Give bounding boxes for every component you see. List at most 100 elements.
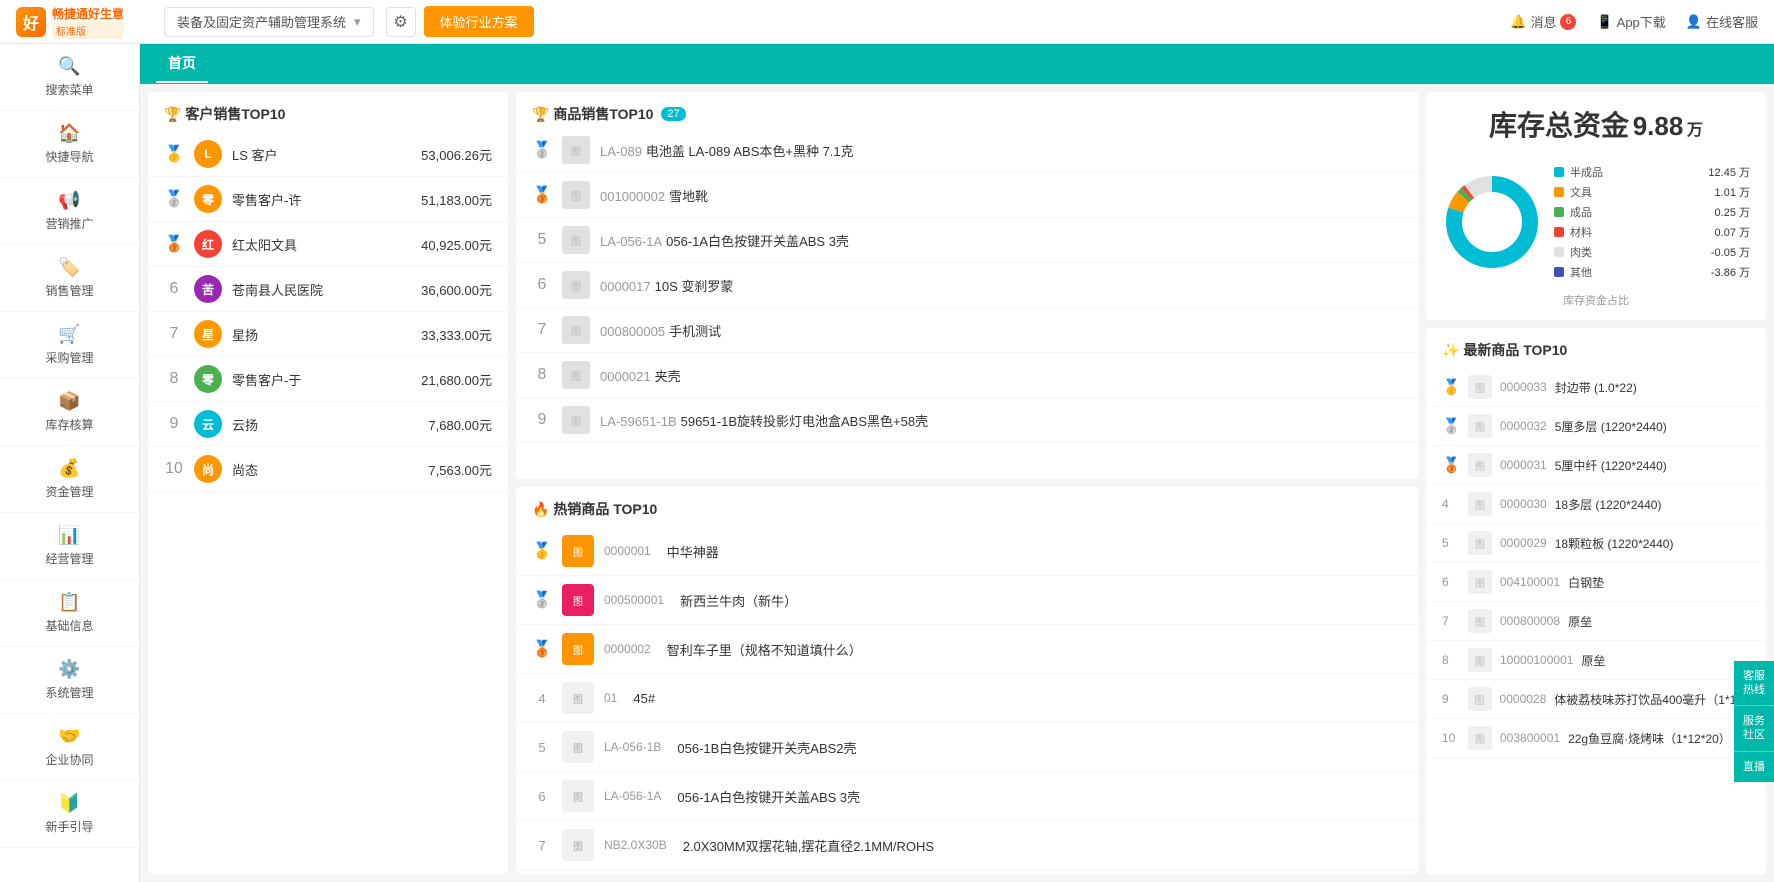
product-image-placeholder: 图	[562, 780, 594, 812]
product-image-placeholder: 图	[562, 829, 594, 861]
legend-color	[1554, 207, 1564, 217]
rank-name: 云扬	[232, 415, 418, 434]
product-thumbnail: 图	[562, 316, 590, 344]
logo-area: 好 畅捷通好生意 标准版	[16, 5, 156, 39]
online-service-button[interactable]: 👤 在线客服	[1686, 12, 1758, 31]
base-info-icon: 📋	[58, 592, 80, 613]
product-image-placeholder: 图	[562, 682, 594, 714]
product-thumbnail: 图	[562, 226, 590, 254]
legend-color	[1554, 247, 1564, 257]
top-header: 好 畅捷通好生意 标准版 装备及固定资产辅助管理系统 ▾ ⚙ 体验行业方案 🔔 …	[0, 0, 1774, 44]
rank-number: 7	[532, 321, 552, 339]
rank-amount: 53,006.26元	[421, 145, 492, 164]
float-button-0[interactable]: 客服热线	[1734, 661, 1774, 707]
product-code: 0000002	[604, 642, 651, 656]
np-thumbnail: 图	[1468, 375, 1492, 399]
new-product-item: 🥇 图 0000033 封边带 (1.0*22)	[1426, 368, 1766, 407]
rank-number: 9	[532, 411, 552, 429]
system-icon: ⚙️	[58, 659, 80, 680]
customer-rankings-title: 🏆 客户销售TOP10	[148, 92, 508, 132]
np-name: 22g鱼豆腐·烧烤味（1*12*20）	[1568, 730, 1731, 747]
np-code: 003800001	[1500, 731, 1560, 745]
sidebar-item-cooperation[interactable]: 🤝 企业协同	[0, 714, 139, 781]
notifications-button[interactable]: 🔔 消息 6	[1510, 12, 1576, 31]
product-image: 图	[562, 584, 594, 616]
system-selector[interactable]: 装备及固定资产辅助管理系统 ▾	[164, 7, 374, 37]
top-product-item: 7 图 000800005手机测试	[516, 308, 1418, 353]
legend-color	[1554, 187, 1564, 197]
chevron-down-icon[interactable]: ▾	[354, 14, 361, 30]
middle-panel: 🏆 商品销售TOP1027 🥈 图 LA-089电池盖 LA-089 ABS本色…	[516, 92, 1418, 874]
top-product-item: 9 图 LA-59651-1B59651-1B旋转投影灯电池盒ABS黑色+58壳	[516, 398, 1418, 443]
customer-rank-item: 6 苦 苍南县人民医院 36,600.00元	[148, 267, 508, 312]
rank-name: 零售客户-许	[232, 190, 411, 209]
rank-number: 9	[164, 415, 184, 433]
sidebar-item-sales[interactable]: 🏷️ 销售管理	[0, 245, 139, 312]
rank-number: 🥇	[532, 541, 552, 561]
rank-avatar: 尚	[194, 455, 222, 483]
hot-product-item: 🥈 图 000500001 新西兰牛肉（新牛）	[516, 576, 1418, 625]
legend-name: 半成品	[1570, 164, 1702, 180]
sidebar-marketing-label: 营销推广	[45, 215, 93, 232]
rank-number: 6	[532, 276, 552, 294]
legend-item: 其他 -3.86 万	[1554, 264, 1750, 280]
sidebar-item-purchase[interactable]: 🛒 采购管理	[0, 312, 139, 379]
sidebar-search-label: 搜索菜单	[45, 81, 93, 98]
float-button-1[interactable]: 服务社区	[1734, 706, 1774, 752]
top-product-item: 5 图 LA-056-1A056-1A白色按键开关盖ABS 3壳	[516, 218, 1418, 263]
new-product-item: 8 图 10000100001 原垒	[1426, 641, 1766, 680]
rank-name: 星扬	[232, 325, 411, 344]
logo-icon: 好	[16, 7, 46, 37]
legend-name: 材料	[1570, 224, 1709, 240]
product-code: LA-056-1B	[604, 740, 661, 754]
service-icon: 👤	[1686, 14, 1702, 30]
customer-rank-item: 🥈 零 零售客户-许 51,183.00元	[148, 177, 508, 222]
legend-color	[1554, 267, 1564, 277]
settings-icon[interactable]: ⚙	[386, 7, 416, 37]
product-thumbnail: 图	[562, 361, 590, 389]
np-thumbnail: 图	[1468, 570, 1492, 594]
legend-color	[1554, 227, 1564, 237]
rank-name: LS 客户	[232, 145, 411, 164]
sidebar-item-search[interactable]: 🔍 搜索菜单	[0, 44, 139, 111]
sidebar-quick-nav-label: 快捷导航	[45, 148, 93, 165]
sidebar-item-inventory[interactable]: 📦 库存核算	[0, 379, 139, 446]
sidebar-operations-label: 经营管理	[45, 550, 93, 567]
sidebar-item-finance[interactable]: 💰 资金管理	[0, 446, 139, 513]
np-name: 白钢垫	[1568, 574, 1604, 591]
product-code: NB2.0X30B	[604, 838, 667, 852]
float-button-2[interactable]: 直播	[1734, 752, 1774, 782]
rank-amount: 7,563.00元	[428, 460, 492, 479]
dashboard: 🏆 客户销售TOP10 🥇 L LS 客户 53,006.26元 🥈 零 零售客…	[140, 84, 1774, 882]
product-image-placeholder: 图	[562, 731, 594, 763]
tab-home[interactable]: 首页	[156, 45, 208, 83]
np-rank: 4	[1442, 497, 1460, 511]
product-thumbnail: 图	[562, 406, 590, 434]
legend-value: 0.07 万	[1715, 224, 1750, 240]
trial-button[interactable]: 体验行业方案	[424, 6, 534, 37]
content-area: 首页 🏆 客户销售TOP10 🥇 L LS 客户 53,006.26元 🥈 零 …	[140, 44, 1774, 882]
top-product-item: 6 图 000001710S 变刹罗蒙	[516, 263, 1418, 308]
product-image: 图	[562, 535, 594, 567]
np-code: 0000030	[1500, 497, 1547, 511]
product-image: 图	[562, 633, 594, 665]
product-thumbnail: 图	[562, 271, 590, 299]
rank-number: 🥉	[532, 185, 552, 205]
np-thumbnail: 图	[1468, 609, 1492, 633]
np-rank: 🥇	[1442, 378, 1460, 396]
sidebar-item-guide[interactable]: 🔰 新手引导	[0, 781, 139, 848]
app-download-button[interactable]: 📱 App下载	[1596, 12, 1665, 31]
legend-item: 材料 0.07 万	[1554, 224, 1750, 240]
sidebar-item-marketing[interactable]: 📢 营销推广	[0, 178, 139, 245]
sidebar-item-quick-nav[interactable]: 🏠 快捷导航	[0, 111, 139, 178]
top-product-list: 🏆 商品销售TOP1027 🥈 图 LA-089电池盖 LA-089 ABS本色…	[516, 92, 1418, 443]
new-product-item: 9 图 0000028 体被荔枝味苏打饮品400毫升（1*15）	[1426, 680, 1766, 719]
hot-product-item: 7 图 NB2.0X30B 2.0X30MM双摆花轴,摆花直径2.1MM/ROH…	[516, 821, 1418, 870]
rank-number: 🥈	[164, 189, 184, 209]
sidebar-item-base-info[interactable]: 📋 基础信息	[0, 580, 139, 647]
np-code: 0000029	[1500, 536, 1547, 550]
sidebar-item-operations[interactable]: 📊 经营管理	[0, 513, 139, 580]
rank-number: 🥈	[532, 590, 552, 610]
product-name: 中华神器	[667, 542, 719, 561]
sidebar-item-system[interactable]: ⚙️ 系统管理	[0, 647, 139, 714]
